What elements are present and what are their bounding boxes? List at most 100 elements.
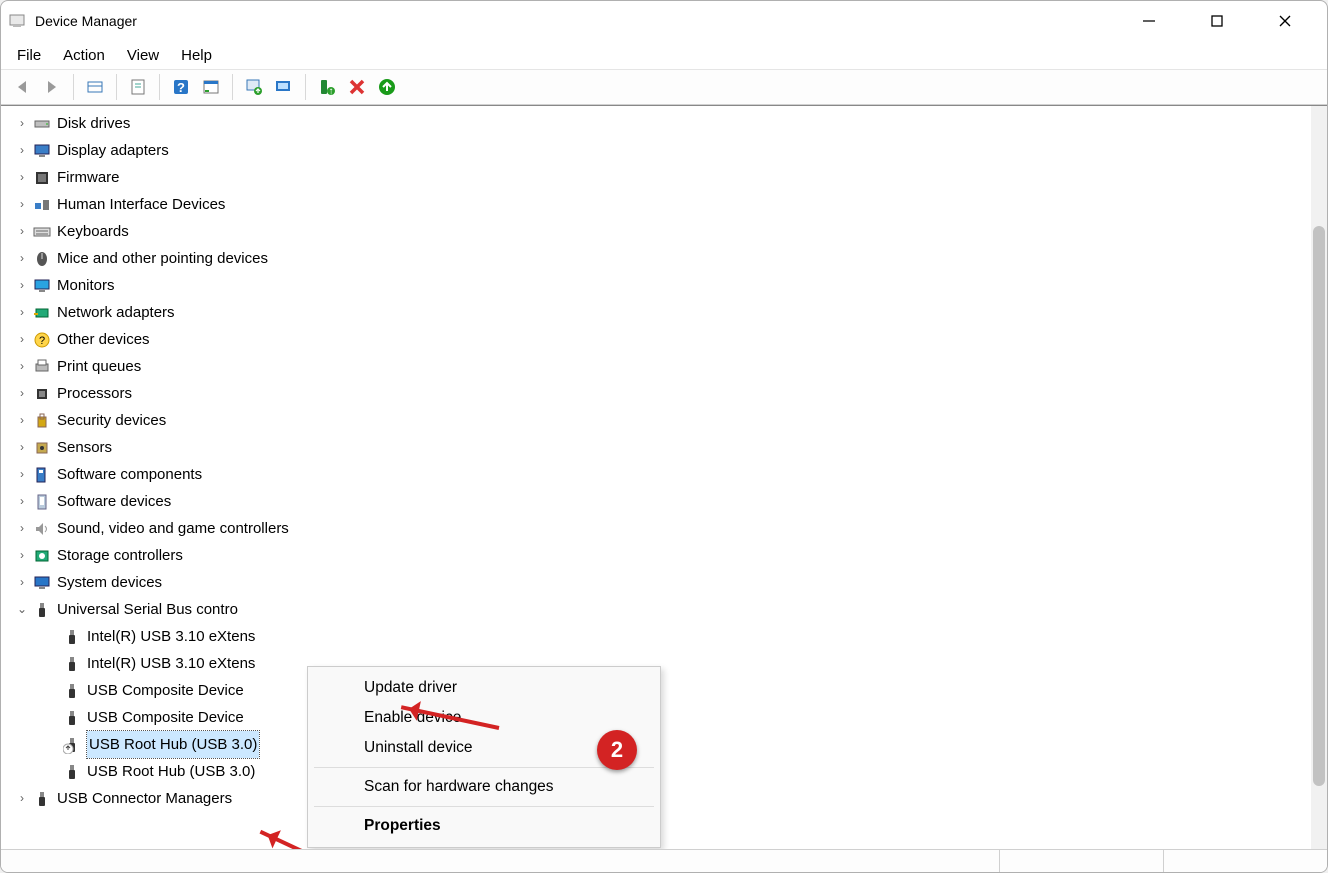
tree-category[interactable]: ›Sensors (13, 434, 1327, 461)
minimize-button[interactable] (1129, 6, 1169, 36)
close-button[interactable] (1265, 6, 1305, 36)
tree-category[interactable]: › Security devices (13, 407, 1327, 434)
tree-category[interactable]: ›USB Connector Managers (13, 785, 1327, 812)
tree-device[interactable]: Intel(R) USB 3.10 eXtens (43, 650, 1327, 677)
tree-category[interactable]: › Software components (13, 461, 1327, 488)
tree-category[interactable]: ›Software devices (13, 488, 1327, 515)
tree-category[interactable]: › Disk drives (13, 110, 1327, 137)
chevron-right-icon[interactable]: › (13, 191, 31, 218)
help-button[interactable]: ? (166, 73, 196, 101)
chevron-right-icon[interactable]: › (13, 515, 31, 542)
chevron-right-icon[interactable]: › (13, 299, 31, 326)
monitor-icon (33, 277, 51, 295)
tree-device[interactable]: USB Composite Device (43, 704, 1327, 731)
tree-label: Security devices (57, 407, 166, 434)
tree-category[interactable]: ›Processors (13, 380, 1327, 407)
tree-device[interactable]: Intel(R) USB 3.10 eXtens (43, 623, 1327, 650)
maximize-button[interactable] (1197, 6, 1237, 36)
tree-device[interactable]: USB Root Hub (USB 3.0) (43, 758, 1327, 785)
chevron-right-icon[interactable]: › (13, 407, 31, 434)
arrow-right-icon (42, 77, 62, 97)
usb-icon (63, 709, 81, 727)
printer-icon (33, 358, 51, 376)
tree-category[interactable]: ›Keyboards (13, 218, 1327, 245)
scan-hardware-button[interactable] (239, 73, 269, 101)
menubar: File Action View Help (1, 41, 1327, 70)
svg-text:?: ? (177, 80, 185, 95)
tree-category[interactable]: ›Firmware (13, 164, 1327, 191)
context-menu-item[interactable]: Enable device (308, 703, 660, 733)
chevron-right-icon[interactable]: › (13, 245, 31, 272)
tree-category[interactable]: ›Monitors (13, 272, 1327, 299)
sensor-icon (33, 439, 51, 457)
scroll-thumb[interactable] (1313, 226, 1325, 786)
disable-device-button[interactable] (342, 73, 372, 101)
titlebar[interactable]: Device Manager (1, 1, 1327, 41)
enable-device-button[interactable] (372, 73, 402, 101)
software-component-icon (33, 466, 51, 484)
tree-category[interactable]: › System devices (13, 569, 1327, 596)
chevron-right-icon[interactable]: › (13, 542, 31, 569)
tree-label: Disk drives (57, 110, 130, 137)
tree-label: Network adapters (57, 299, 175, 326)
tree-device[interactable]: USB Root Hub (USB 3.0) (43, 731, 1327, 758)
uninstall-device-button[interactable]: ↑ (312, 73, 342, 101)
svg-text:?: ? (39, 335, 45, 347)
annotation-circle-2: 2 (597, 730, 637, 770)
chevron-right-icon[interactable]: › (13, 461, 31, 488)
chevron-right-icon[interactable]: › (13, 488, 31, 515)
chevron-right-icon[interactable]: › (13, 110, 31, 137)
show-hidden-button[interactable] (80, 73, 110, 101)
tree-label: Universal Serial Bus contro (57, 596, 238, 623)
tree-label: Intel(R) USB 3.10 eXtens (87, 650, 255, 677)
chevron-right-icon[interactable]: › (13, 218, 31, 245)
uninstall-device-icon: ↑ (318, 78, 336, 96)
tree-category[interactable]: › Network adapters (13, 299, 1327, 326)
tree-category[interactable]: ›Display adapters (13, 137, 1327, 164)
firmware-icon (33, 169, 51, 187)
context-menu-item[interactable]: Scan for hardware changes (308, 772, 660, 802)
forward-button[interactable] (37, 73, 67, 101)
chevron-right-icon[interactable]: › (13, 164, 31, 191)
add-legacy-button[interactable] (269, 73, 299, 101)
storage-icon (33, 547, 51, 565)
chevron-right-icon[interactable]: › (13, 272, 31, 299)
menu-action[interactable]: Action (53, 43, 115, 68)
device-manager-window: Device Manager File Action View Help ? (0, 0, 1328, 873)
properties-icon (129, 78, 147, 96)
tree-category[interactable]: ›Storage controllers (13, 542, 1327, 569)
tree-category[interactable]: ›Sound, video and game controllers (13, 515, 1327, 542)
tree-category[interactable]: ›Mice and other pointing devices (13, 245, 1327, 272)
chevron-right-icon[interactable]: › (13, 569, 31, 596)
context-menu-separator (314, 767, 654, 768)
device-tree[interactable]: ›Disk drives›Display adapters›Firmware›H… (1, 106, 1327, 822)
tree-category[interactable]: ›Print queues (13, 353, 1327, 380)
back-button[interactable] (7, 73, 37, 101)
details-button[interactable] (196, 73, 226, 101)
tree-category[interactable]: ›?Other devices (13, 326, 1327, 353)
chevron-down-icon[interactable]: ⌄ (13, 596, 31, 623)
tree-label: System devices (57, 569, 162, 596)
menu-file[interactable]: File (7, 43, 51, 68)
usb-icon (63, 655, 81, 673)
tree-category[interactable]: ⌄ Universal Serial Bus contro (13, 596, 1327, 623)
chevron-right-icon[interactable]: › (13, 326, 31, 353)
chevron-right-icon[interactable]: › (13, 785, 31, 812)
context-menu-item[interactable]: Update driver (308, 673, 660, 703)
chevron-right-icon[interactable]: › (13, 137, 31, 164)
tree-label: Software components (57, 461, 202, 488)
chevron-right-icon[interactable]: › (13, 353, 31, 380)
context-menu-item[interactable]: Properties (308, 811, 660, 841)
tree-label: Human Interface Devices (57, 191, 225, 218)
tree-category[interactable]: › Human Interface Devices (13, 191, 1327, 218)
chevron-right-icon[interactable]: › (13, 434, 31, 461)
security-icon (33, 412, 51, 430)
menu-view[interactable]: View (117, 43, 169, 68)
vertical-scrollbar[interactable] (1311, 106, 1327, 849)
chevron-right-icon[interactable]: › (13, 380, 31, 407)
sound-icon (33, 520, 51, 538)
tree-device[interactable]: USB Composite Device (43, 677, 1327, 704)
maximize-icon (1210, 14, 1224, 28)
menu-help[interactable]: Help (171, 43, 222, 68)
properties-button[interactable] (123, 73, 153, 101)
